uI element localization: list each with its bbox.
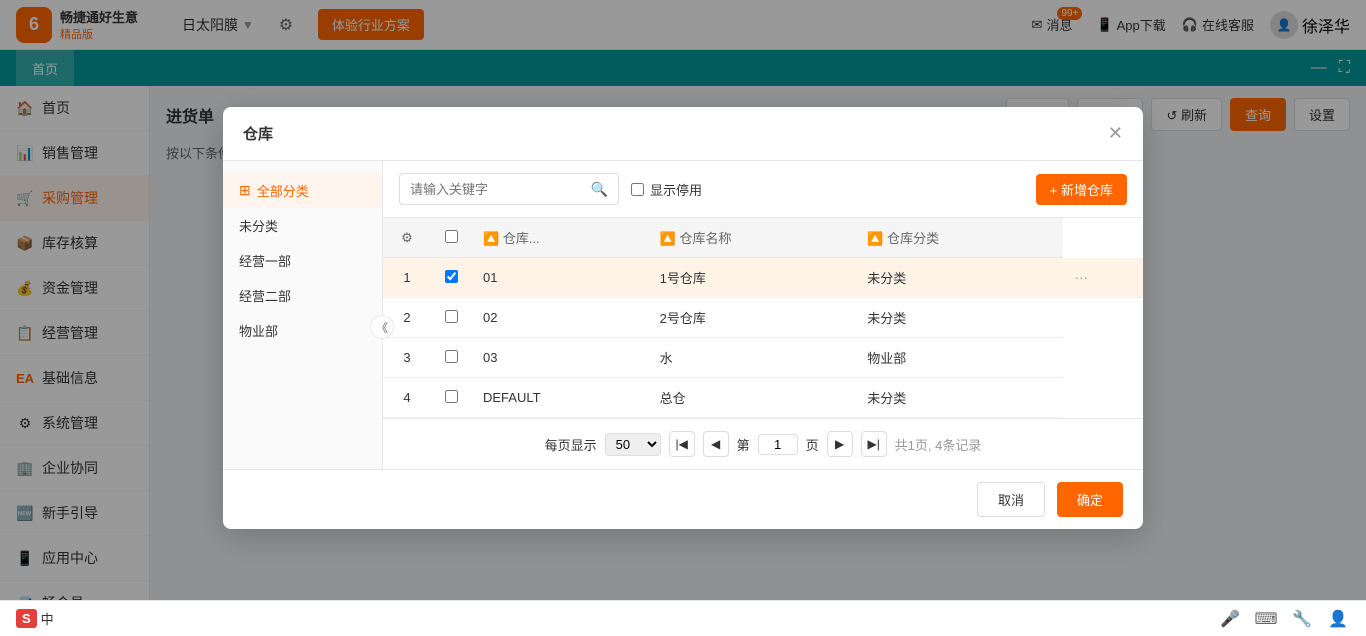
page-number-input[interactable]	[758, 434, 798, 455]
modal-title: 仓库	[243, 123, 273, 144]
disabled-checkbox-input[interactable]	[631, 183, 644, 196]
row-checkbox[interactable]	[431, 258, 471, 298]
last-page-btn[interactable]: ▶|	[861, 431, 887, 457]
table-row[interactable]: 4 DEFAULT 总仓 未分类	[383, 378, 1143, 418]
cat-label-property: 物业部	[239, 321, 278, 340]
modal-body: 《 ⊞ 全部分类 未分类 经营一部 经营二部 物业部	[223, 161, 1143, 469]
row-name: 1号仓库	[648, 258, 856, 298]
th-category-sort-icon: 🔼	[867, 231, 887, 246]
table-row[interactable]: 2 02 2号仓库 未分类	[383, 298, 1143, 338]
cat-item-dept2[interactable]: 经营二部	[223, 278, 382, 313]
search-input[interactable]	[410, 182, 591, 197]
modal-category-sidebar: 《 ⊞ 全部分类 未分类 经营一部 经营二部 物业部	[223, 161, 383, 469]
modal-footer: 取消 确定	[223, 469, 1143, 529]
warehouse-table: ⚙ 🔼 仓库... 🔼 仓库名称	[383, 218, 1143, 418]
row-code: DEFAULT	[471, 378, 648, 418]
th-category: 🔼 仓库分类	[855, 218, 1063, 258]
next-page-btn[interactable]: ▶	[827, 431, 853, 457]
row-category: 未分类	[855, 298, 1063, 338]
th-checkbox	[431, 218, 471, 258]
sidebar-collapse-btn[interactable]: 《	[370, 315, 394, 339]
table-row[interactable]: 3 03 水 物业部	[383, 338, 1143, 378]
row-actions[interactable]: ···	[1063, 258, 1143, 298]
row-index: 1	[383, 258, 431, 298]
confirm-button[interactable]: 确定	[1057, 482, 1123, 517]
page-size-label: 每页显示	[545, 435, 597, 454]
row-code: 02	[471, 298, 648, 338]
row-name: 总仓	[648, 378, 856, 418]
page-size-dropdown[interactable]: 50 10 20 100	[605, 433, 661, 456]
table-head: ⚙ 🔼 仓库... 🔼 仓库名称	[383, 218, 1143, 258]
bottom-bar: S 中 🎤 ⌨ 🔧 👤	[0, 600, 1366, 636]
show-disabled-label: 显示停用	[650, 180, 702, 199]
row-checkbox[interactable]	[431, 338, 471, 378]
mic-icon-btn[interactable]: 🎤	[1218, 607, 1242, 631]
search-box[interactable]: 🔍	[399, 173, 619, 205]
grid-icon: ⊞	[239, 182, 251, 199]
modal-content-area: 🔍 显示停用 + 新增仓库 ⚙	[383, 161, 1143, 469]
row-code: 01	[471, 258, 648, 298]
row-category: 未分类	[855, 378, 1063, 418]
row-index: 3	[383, 338, 431, 378]
row-category: 未分类	[855, 258, 1063, 298]
th-code-label: 🔼	[483, 231, 503, 246]
table-row[interactable]: 1 01 1号仓库 未分类 ···	[383, 258, 1143, 298]
row-name: 2号仓库	[648, 298, 856, 338]
input-method-label: 中	[41, 609, 54, 628]
cat-item-all[interactable]: ⊞ 全部分类	[223, 173, 382, 208]
sougou-logo: S	[16, 609, 37, 628]
table-header-row: ⚙ 🔼 仓库... 🔼 仓库名称	[383, 218, 1143, 258]
cancel-button[interactable]: 取消	[977, 482, 1045, 517]
th-code: 🔼 仓库...	[471, 218, 648, 258]
modal-overlay: 仓库 ✕ 《 ⊞ 全部分类 未分类 经营一部 经营二部	[0, 0, 1366, 636]
row-checkbox[interactable]	[431, 298, 471, 338]
th-settings: ⚙	[383, 218, 431, 258]
select-all-checkbox[interactable]	[445, 230, 458, 243]
modal-header: 仓库 ✕	[223, 107, 1143, 161]
row-checkbox[interactable]	[431, 378, 471, 418]
th-name-sort-icon: 🔼	[660, 231, 680, 246]
page-word: 第	[737, 435, 750, 454]
table: ⚙ 🔼 仓库... 🔼 仓库名称	[383, 218, 1143, 418]
tools-icon-btn[interactable]: 🔧	[1290, 607, 1314, 631]
search-icon: 🔍	[591, 181, 608, 198]
first-page-btn[interactable]: |◀	[669, 431, 695, 457]
total-info: 共1页, 4条记录	[895, 435, 982, 454]
cat-item-dept1[interactable]: 经营一部	[223, 243, 382, 278]
page-word2: 页	[806, 435, 819, 454]
row-code: 03	[471, 338, 648, 378]
modal-toolbar: 🔍 显示停用 + 新增仓库	[383, 161, 1143, 218]
pagination: 每页显示 50 10 20 100 |◀ ◀ 第 页 ▶	[383, 418, 1143, 469]
user-icon-btn[interactable]: 👤	[1326, 607, 1350, 631]
prev-page-btn[interactable]: ◀	[703, 431, 729, 457]
cat-label-dept1: 经营一部	[239, 251, 291, 270]
show-disabled-checkbox[interactable]: 显示停用	[631, 180, 702, 199]
th-name: 🔼 仓库名称	[648, 218, 856, 258]
page-size-select[interactable]: 50 10 20 100	[605, 433, 661, 456]
modal-close-icon[interactable]: ✕	[1108, 123, 1123, 144]
cat-item-uncat[interactable]: 未分类	[223, 208, 382, 243]
new-warehouse-btn[interactable]: + 新增仓库	[1036, 174, 1127, 205]
cat-label-dept2: 经营二部	[239, 286, 291, 305]
row-category: 物业部	[855, 338, 1063, 378]
cat-label-uncat: 未分类	[239, 216, 278, 235]
cat-item-property[interactable]: 物业部	[223, 313, 382, 348]
warehouse-modal: 仓库 ✕ 《 ⊞ 全部分类 未分类 经营一部 经营二部	[223, 107, 1143, 529]
cat-label-all: 全部分类	[257, 181, 309, 200]
keyboard-icon-btn[interactable]: ⌨	[1254, 607, 1278, 631]
row-index: 4	[383, 378, 431, 418]
row-more-icon[interactable]: ···	[1075, 270, 1088, 285]
row-name: 水	[648, 338, 856, 378]
table-body: 1 01 1号仓库 未分类 ··· 2 02 2号仓库 未分类 3 03 水 物…	[383, 258, 1143, 418]
